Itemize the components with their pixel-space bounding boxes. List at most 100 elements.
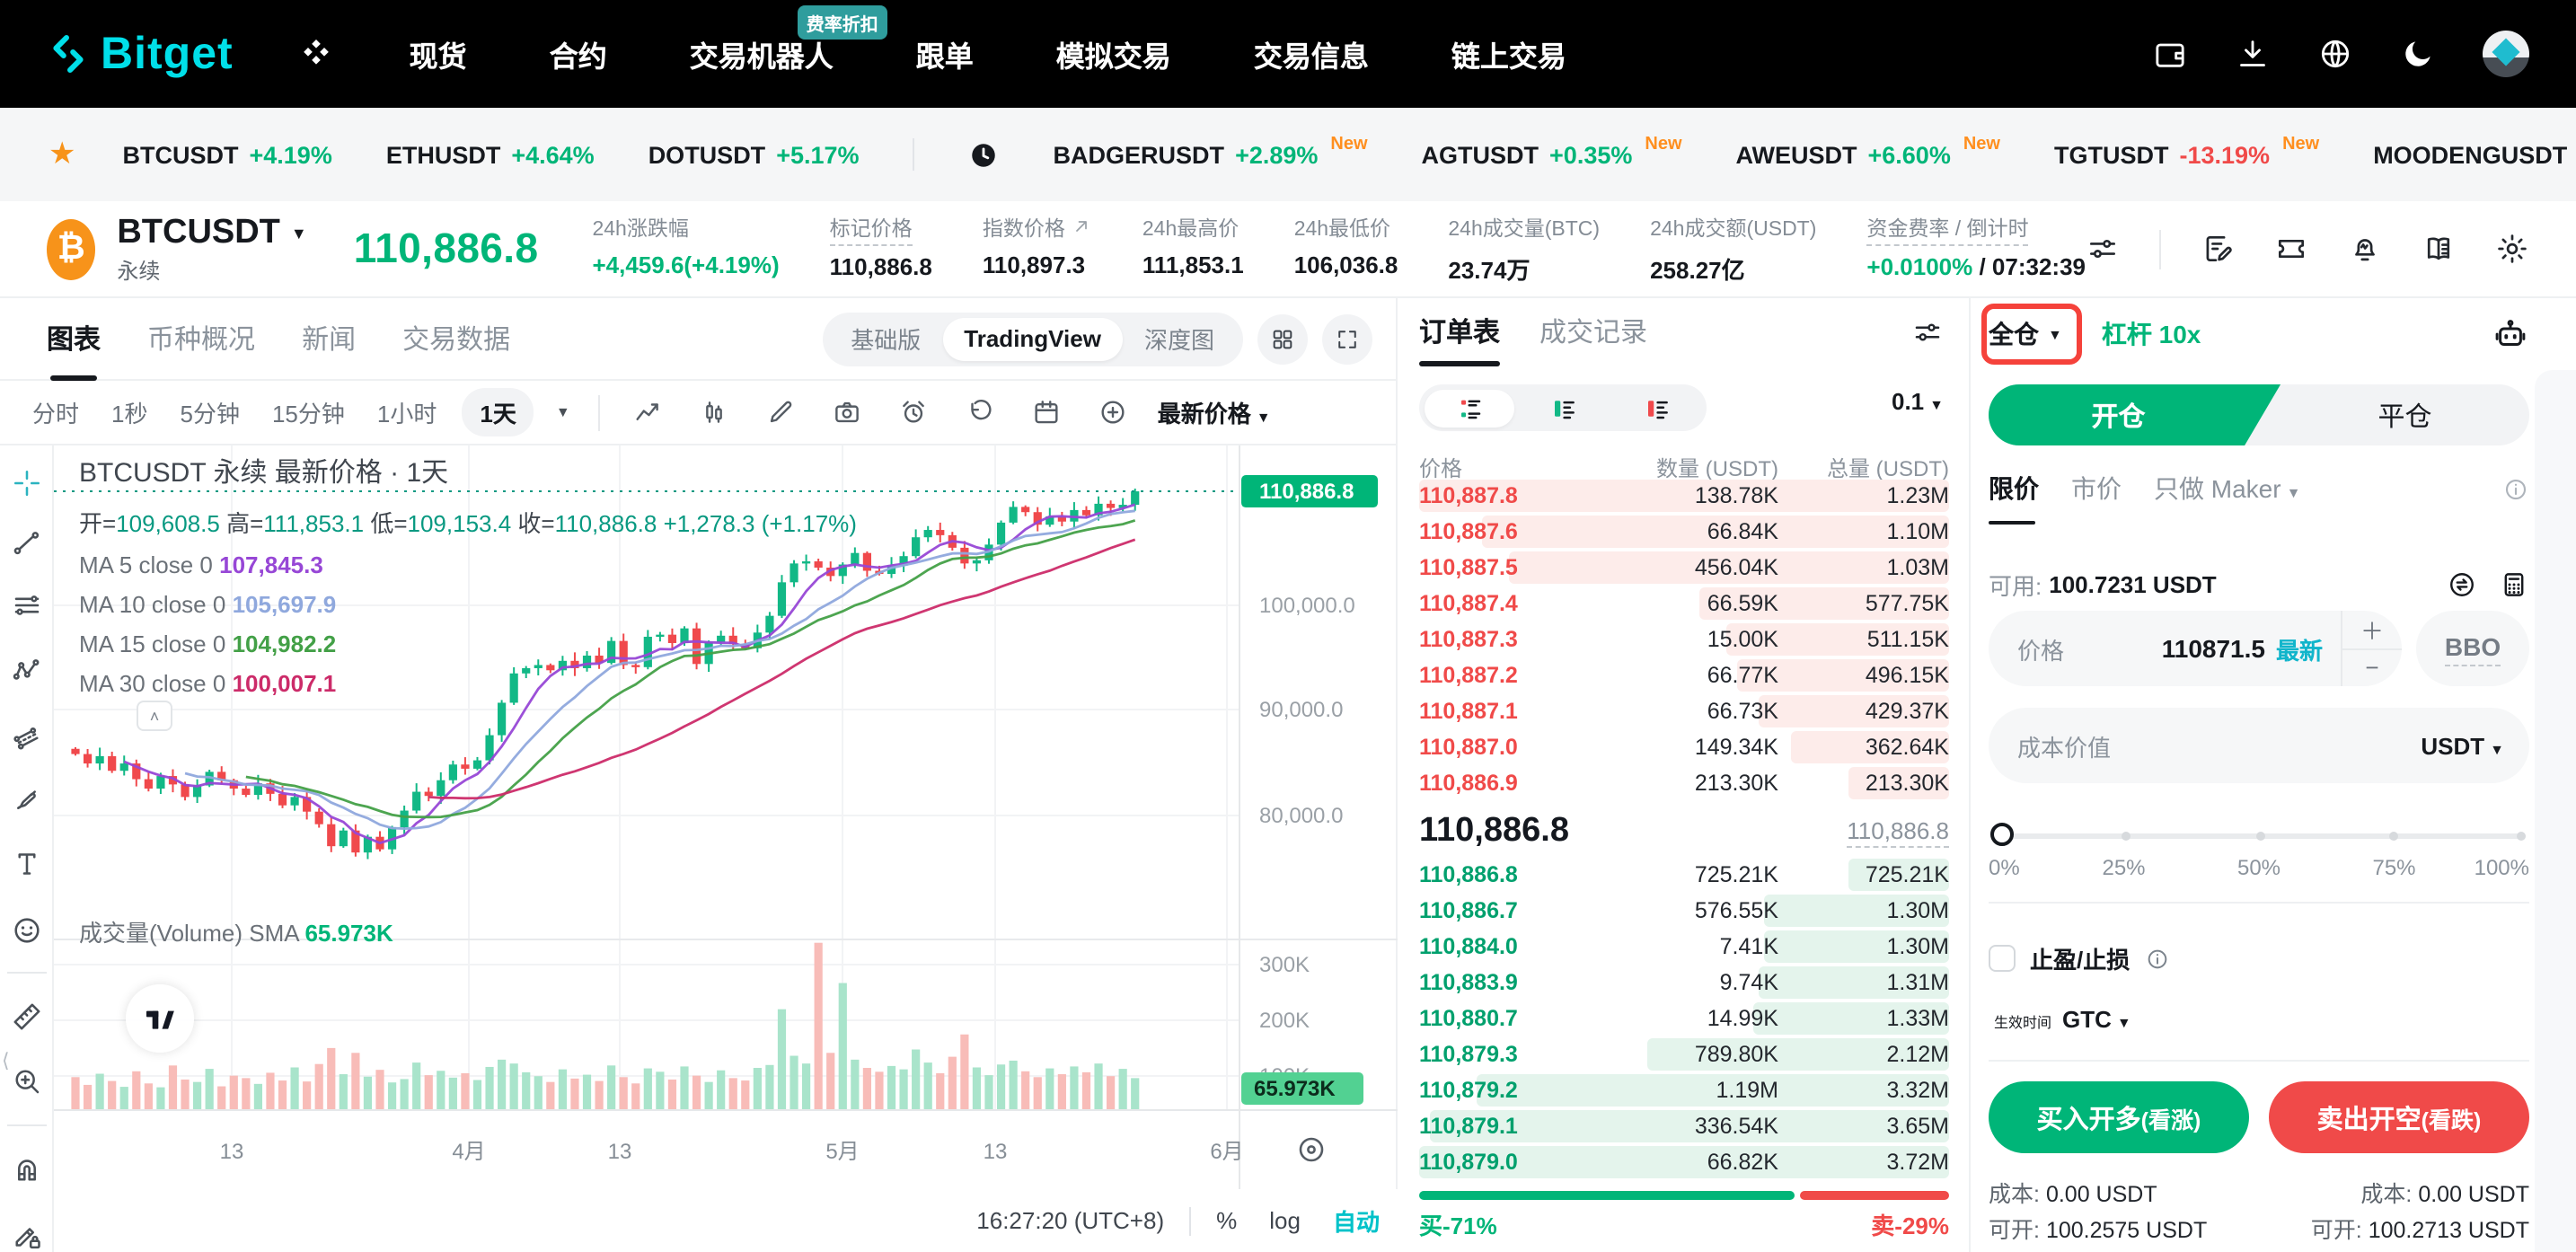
ticker-item[interactable]: ETHUSDT+4.64%	[386, 141, 595, 168]
alert-bell-icon[interactable]	[2348, 232, 2382, 266]
camera-icon[interactable]	[833, 397, 863, 428]
tab-open-position[interactable]: 开仓	[1989, 384, 2280, 445]
chart-tab-0[interactable]: 图表	[47, 320, 101, 357]
draw-lock-icon[interactable]	[11, 1220, 43, 1252]
price-input[interactable]: 价格 110871.5 最新 ＋ −	[1989, 611, 2402, 686]
horizontal-lines-icon[interactable]	[11, 589, 43, 622]
calculator-icon[interactable]	[2499, 569, 2529, 600]
nav-item-1[interactable]: 合约	[550, 32, 607, 75]
stepper-minus[interactable]: −	[2342, 649, 2402, 686]
stepper-plus[interactable]: ＋	[2342, 611, 2402, 649]
interval-dropdown-icon[interactable]: ▼	[556, 404, 570, 420]
orderbook-tab-0[interactable]: 订单表	[1419, 313, 1500, 350]
margin-mode-selector[interactable]: 全仓▼	[1989, 316, 2062, 352]
auto-scale-toggle[interactable]: 自动	[1333, 1204, 1380, 1238]
interval-5[interactable]: 1天	[462, 388, 534, 436]
view-bids-button[interactable]	[1518, 389, 1608, 427]
bitget-logo[interactable]: Bitget	[47, 28, 234, 80]
view-asks-button[interactable]	[1611, 389, 1701, 427]
xabcd-pattern-icon[interactable]	[11, 654, 43, 686]
orderbook-settings-icon[interactable]	[1911, 316, 1944, 348]
chart-clock[interactable]: 16:27:20 (UTC+8)	[976, 1207, 1164, 1234]
ticker-item[interactable]: TGTUSDT-13.19%New	[2054, 141, 2319, 168]
bid-row[interactable]: 110,883.99.74K1.31M	[1419, 965, 1949, 1001]
bid-row[interactable]: 110,879.3789.80K2.12M	[1419, 1036, 1949, 1072]
mode-2[interactable]: 深度图	[1123, 317, 1236, 360]
trading-bot-icon[interactable]	[2492, 316, 2529, 354]
mode-0[interactable]: 基础版	[829, 317, 942, 360]
nav-item-2[interactable]: 交易机器人费率折扣	[690, 32, 834, 75]
interval-1[interactable]: 1秒	[111, 395, 147, 429]
mode-1[interactable]: TradingView	[942, 317, 1123, 360]
calendar-icon[interactable]	[1032, 397, 1063, 428]
amount-slider[interactable]	[1992, 823, 2526, 848]
log-scale-toggle[interactable]: log	[1269, 1207, 1301, 1234]
tab-close-position[interactable]: 平仓	[2280, 384, 2529, 445]
ask-row[interactable]: 110,886.9213.30K213.30K	[1419, 765, 1949, 801]
interval-2[interactable]: 5分钟	[181, 395, 240, 429]
fullscreen-button[interactable]	[1322, 313, 1372, 364]
nav-item-3[interactable]: 跟单	[916, 32, 974, 75]
info-icon[interactable]	[2144, 946, 2169, 971]
bid-row[interactable]: 110,879.066.82K3.72M	[1419, 1144, 1949, 1180]
bid-row[interactable]: 110,884.07.41K1.30M	[1419, 929, 1949, 965]
nav-item-4[interactable]: 模拟交易	[1056, 32, 1171, 75]
zoom-in-icon[interactable]	[11, 1065, 43, 1098]
crosshair-icon[interactable]	[11, 467, 43, 499]
share-arrow-icon[interactable]	[1071, 216, 1092, 237]
bid-row[interactable]: 110,879.21.19M3.32M	[1419, 1072, 1949, 1108]
ask-row[interactable]: 110,887.466.59K577.75K	[1419, 586, 1949, 622]
percent-scale-toggle[interactable]: %	[1216, 1207, 1237, 1234]
chart-plot[interactable]: 100,000.090,000.080,000.0300K200K100K134…	[54, 445, 1398, 1252]
ask-row[interactable]: 110,887.166.73K429.37K	[1419, 693, 1949, 729]
candle-style-icon[interactable]	[700, 397, 730, 428]
nav-item-6[interactable]: 链上交易	[1451, 32, 1566, 75]
layout-grid-button[interactable]	[1257, 313, 1308, 364]
ticker-item[interactable]: AWEUSDT+6.60%New	[1736, 141, 2000, 168]
guide-book-icon[interactable]	[2422, 232, 2456, 266]
chart-tab-3[interactable]: 交易数据	[402, 320, 510, 357]
undo-icon[interactable]	[966, 397, 996, 428]
order-type-market[interactable]: 市价	[2071, 471, 2122, 507]
ask-row[interactable]: 110,887.5456.04K1.03M	[1419, 550, 1949, 586]
globe-icon[interactable]	[2317, 36, 2353, 72]
ticker-item[interactable]: MOODENGUSDT+8.60%	[2373, 141, 2576, 168]
magnet-icon[interactable]	[11, 1153, 43, 1186]
orderbook-tab-1[interactable]: 成交记录	[1539, 313, 1647, 350]
tpsl-checkbox[interactable]	[1989, 945, 2016, 972]
ask-row[interactable]: 110,887.0149.34K362.64K	[1419, 729, 1949, 765]
chart-tab-1[interactable]: 币种概况	[147, 320, 255, 357]
view-both-button[interactable]	[1425, 389, 1514, 427]
latest-price-link[interactable]: 最新	[2276, 631, 2323, 666]
line-chart-icon[interactable]	[633, 397, 664, 428]
nav-item-5[interactable]: 交易信息	[1254, 32, 1369, 75]
download-icon[interactable]	[2235, 36, 2271, 72]
sell-open-short-button[interactable]: 卖出开空(看跌)	[2269, 1081, 2529, 1153]
ticket-icon[interactable]	[2274, 232, 2308, 266]
bbo-button[interactable]: BBO	[2416, 611, 2529, 686]
bid-row[interactable]: 110,880.714.99K1.33M	[1419, 1001, 1949, 1036]
emoji-icon[interactable]	[11, 914, 43, 947]
unit-selector[interactable]: USDT▼	[2421, 732, 2504, 759]
ask-row[interactable]: 110,887.266.77K496.15K	[1419, 657, 1949, 693]
price-type-selector[interactable]: 最新价格▼	[1158, 395, 1271, 429]
mark-price[interactable]: 110,886.8	[1847, 816, 1949, 847]
moon-icon[interactable]	[2400, 36, 2436, 72]
order-type-post-only[interactable]: 只做 Maker▼	[2154, 471, 2300, 507]
alarm-clock-icon[interactable]	[899, 397, 930, 428]
buy-open-long-button[interactable]: 买入开多(看涨)	[1989, 1081, 2249, 1153]
nav-item-0[interactable]: 现货	[410, 32, 467, 75]
order-type-limit[interactable]: 限价	[1989, 471, 2039, 507]
brush-icon[interactable]	[11, 783, 43, 816]
price-value[interactable]: 110871.5	[2162, 634, 2265, 663]
bid-row[interactable]: 110,886.7576.55K1.30M	[1419, 893, 1949, 929]
parallel-channel-icon[interactable]	[11, 720, 43, 753]
apps-diamond-icon[interactable]	[298, 36, 334, 72]
favorites-star-icon[interactable]: ★	[49, 137, 76, 172]
text-tool-icon[interactable]	[11, 848, 43, 880]
time-in-force-row[interactable]: 生效时间GTC▼	[1989, 1006, 2131, 1033]
bid-row[interactable]: 110,886.8725.21K725.21K	[1419, 857, 1949, 893]
wallet-icon[interactable]	[2152, 36, 2188, 72]
ruler-icon[interactable]	[11, 1001, 43, 1033]
chart-tab-2[interactable]: 新闻	[302, 320, 356, 357]
